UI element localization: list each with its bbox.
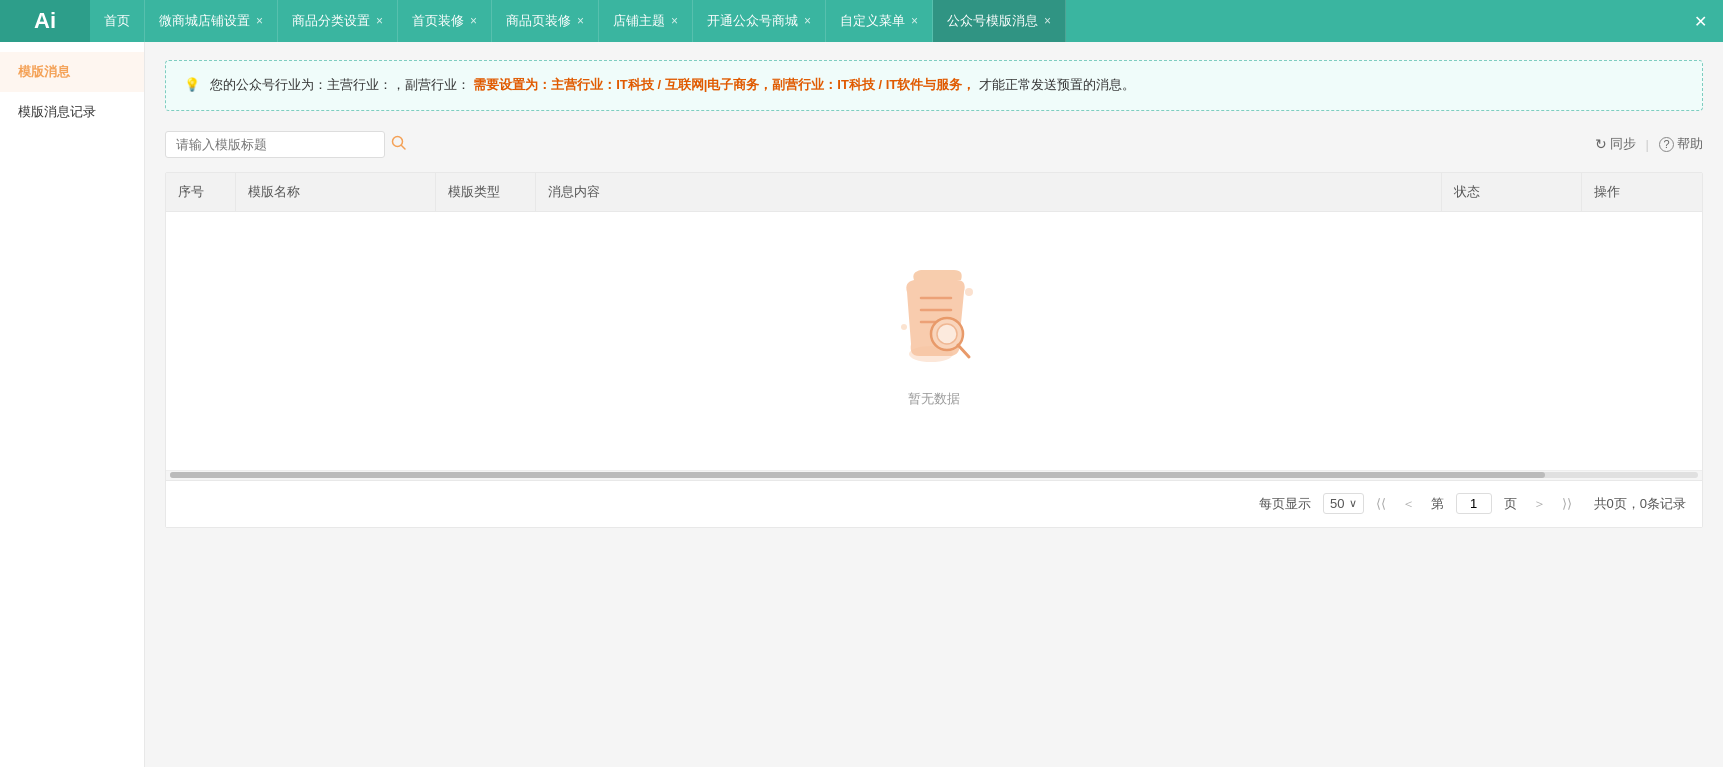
notice-prefix: 您的公众号行业为：主营行业：，副营行业： xyxy=(210,77,470,92)
nav-tab-custommenu[interactable]: 自定义菜单 × xyxy=(826,0,933,42)
top-nav-bar: Ai 首页 微商城店铺设置 × 商品分类设置 × 首页装修 × 商品页装修 × … xyxy=(0,0,1723,42)
sync-button[interactable]: ↻ 同步 xyxy=(1595,135,1636,153)
nav-tab-label: 商品页装修 xyxy=(506,12,571,30)
close-icon[interactable]: × xyxy=(577,14,584,28)
search-input[interactable] xyxy=(165,131,385,158)
page-number-input[interactable] xyxy=(1456,493,1492,514)
help-label: 帮助 xyxy=(1677,135,1703,153)
close-icon[interactable]: × xyxy=(1044,14,1051,28)
svg-line-8 xyxy=(958,345,969,357)
main-layout: 模版消息 模版消息记录 💡 您的公众号行业为：主营行业：，副营行业： 需要设置为… xyxy=(0,42,1723,767)
svg-point-9 xyxy=(965,288,973,296)
pagination: 每页显示 50 ∨ ⟨⟨ ＜ 第 页 ＞ ⟩⟩ xyxy=(166,480,1702,527)
search-right: ↻ 同步 | ? 帮助 xyxy=(1595,135,1703,153)
notice-suffix: 才能正常发送预置的消息。 xyxy=(979,77,1135,92)
col-header-content: 消息内容 xyxy=(536,173,1442,211)
nav-tab-homepage[interactable]: 首页装修 × xyxy=(398,0,492,42)
search-icon xyxy=(391,135,407,151)
nav-tab-theme[interactable]: 店铺主题 × xyxy=(599,0,693,42)
content-area: 💡 您的公众号行业为：主营行业：，副营行业： 需要设置为：主营行业：IT科技 /… xyxy=(145,42,1723,767)
help-icon: ? xyxy=(1659,137,1674,152)
col-header-name: 模版名称 xyxy=(236,173,436,211)
sidebar-item-template-records[interactable]: 模版消息记录 xyxy=(0,92,144,132)
table-header: 序号 模版名称 模版类型 消息内容 状态 操作 xyxy=(166,173,1702,212)
next-page-button[interactable]: ＞ xyxy=(1529,493,1550,515)
notice-highlight: 需要设置为：主营行业：IT科技 / 互联网|电子商务，副营行业：IT科技 / I… xyxy=(473,77,975,92)
nav-tab-label: 首页装修 xyxy=(412,12,464,30)
scroll-thumb xyxy=(170,472,1545,478)
sidebar-item-template-msg[interactable]: 模版消息 xyxy=(0,52,144,92)
close-all-button[interactable]: ✕ xyxy=(1678,0,1723,42)
nav-tab-label: 微商城店铺设置 xyxy=(159,12,250,30)
col-header-type: 模版类型 xyxy=(436,173,536,211)
empty-text: 暂无数据 xyxy=(908,390,960,408)
prev-page-button[interactable]: ＜ xyxy=(1398,493,1419,515)
col-header-action: 操作 xyxy=(1582,173,1702,211)
first-page-button[interactable]: ⟨⟨ xyxy=(1372,494,1390,513)
close-icon[interactable]: × xyxy=(256,14,263,28)
svg-point-7 xyxy=(937,324,957,344)
nav-tab-label: 自定义菜单 xyxy=(840,12,905,30)
close-icon[interactable]: × xyxy=(911,14,918,28)
page-unit: 页 xyxy=(1504,495,1517,513)
nav-tab-label: 商品分类设置 xyxy=(292,12,370,30)
horizontal-scrollbar[interactable] xyxy=(166,470,1702,480)
page-size-value: 50 xyxy=(1330,496,1344,511)
nav-tab-template[interactable]: 公众号模版消息 × xyxy=(933,0,1066,42)
nav-tab-home[interactable]: 首页 xyxy=(90,0,145,42)
close-icon[interactable]: × xyxy=(804,14,811,28)
nav-tab-label: 公众号模版消息 xyxy=(947,12,1038,30)
search-bar: ↻ 同步 | ? 帮助 xyxy=(165,131,1703,158)
page-size-select[interactable]: 50 ∨ xyxy=(1323,493,1363,514)
last-page-button[interactable]: ⟩⟩ xyxy=(1558,494,1576,513)
divider: | xyxy=(1646,137,1649,152)
nav-tab-mall[interactable]: 开通公众号商城 × xyxy=(693,0,826,42)
empty-state-icon xyxy=(879,262,989,372)
sidebar: 模版消息 模版消息记录 xyxy=(0,42,145,767)
app-logo: Ai xyxy=(0,0,90,42)
search-button[interactable] xyxy=(391,135,407,154)
help-button[interactable]: ? 帮助 xyxy=(1659,135,1703,153)
scroll-track xyxy=(170,472,1698,478)
close-icon[interactable]: × xyxy=(376,14,383,28)
col-header-seq: 序号 xyxy=(166,173,236,211)
nav-tab-category[interactable]: 商品分类设置 × xyxy=(278,0,398,42)
data-table: 序号 模版名称 模版类型 消息内容 状态 操作 xyxy=(165,172,1703,528)
svg-point-10 xyxy=(901,324,907,330)
total-records-label: 共0页，0条记录 xyxy=(1594,495,1686,513)
nav-tab-label: 开通公众号商城 xyxy=(707,12,798,30)
sync-icon: ↻ xyxy=(1595,136,1607,152)
nav-tab-label: 店铺主题 xyxy=(613,12,665,30)
notice-box: 💡 您的公众号行业为：主营行业：，副营行业： 需要设置为：主营行业：IT科技 /… xyxy=(165,60,1703,111)
close-icon[interactable]: × xyxy=(470,14,477,28)
notice-icon: 💡 xyxy=(184,77,200,92)
nav-tab-wshop[interactable]: 微商城店铺设置 × xyxy=(145,0,278,42)
nav-tab-label: 首页 xyxy=(104,12,130,30)
dropdown-icon: ∨ xyxy=(1349,497,1357,510)
empty-state: 暂无数据 xyxy=(166,212,1702,468)
close-icon[interactable]: × xyxy=(671,14,678,28)
col-header-status: 状态 xyxy=(1442,173,1582,211)
search-left xyxy=(165,131,407,158)
page-size-label: 每页显示 xyxy=(1259,495,1311,513)
nav-tab-productpage[interactable]: 商品页装修 × xyxy=(492,0,599,42)
svg-line-1 xyxy=(402,145,406,149)
sync-label: 同步 xyxy=(1610,135,1636,153)
page-prefix: 第 xyxy=(1431,495,1444,513)
